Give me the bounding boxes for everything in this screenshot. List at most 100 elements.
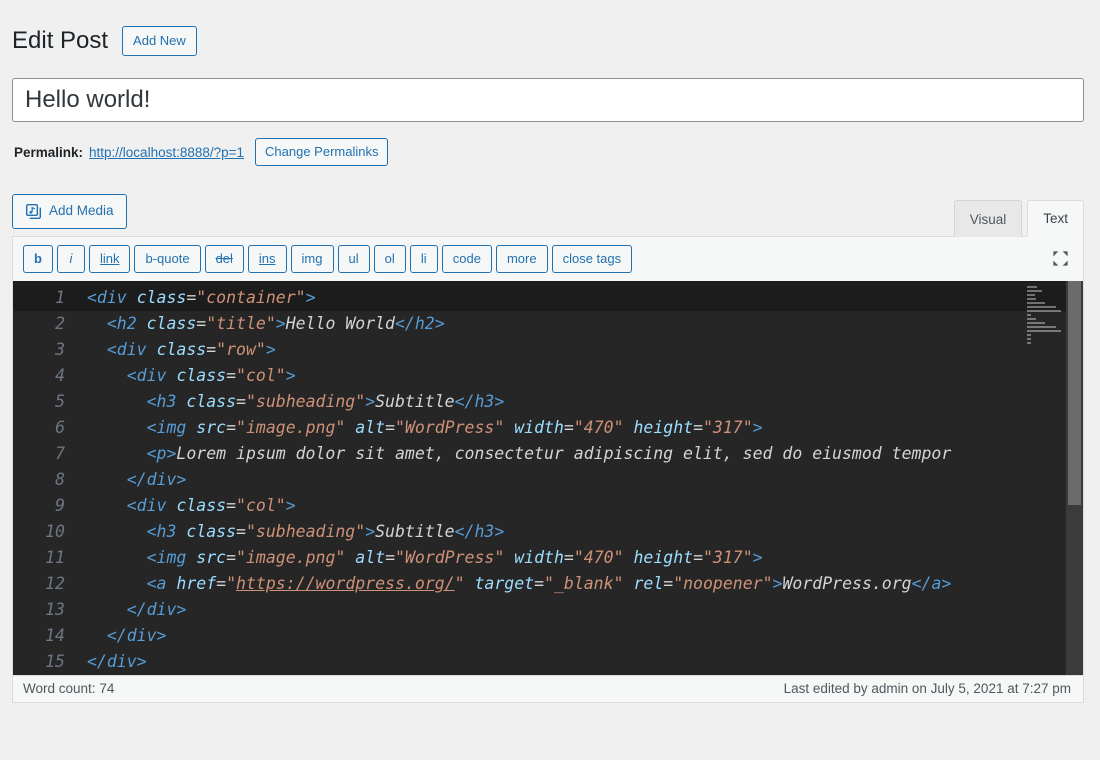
add-media-label: Add Media bbox=[49, 203, 114, 219]
code-content: <h3 class="subheading">Subtitle</h3> bbox=[146, 391, 505, 411]
code-line: 4 <div class="col"> bbox=[13, 363, 1083, 389]
word-count-value: 74 bbox=[99, 681, 115, 697]
minimap-line bbox=[1027, 301, 1045, 304]
code-line: 13 </div> bbox=[13, 597, 1083, 623]
scrollbar-thumb[interactable] bbox=[1068, 280, 1081, 506]
line-number: 6 bbox=[55, 417, 65, 437]
fullscreen-button[interactable] bbox=[1047, 246, 1073, 272]
minimap-line bbox=[1027, 305, 1056, 308]
line-number: 11 bbox=[45, 547, 65, 567]
minimap bbox=[1027, 285, 1063, 346]
minimap-line bbox=[1027, 341, 1031, 344]
editor-scrollbar[interactable] bbox=[1066, 280, 1083, 675]
minimap-line bbox=[1027, 285, 1037, 288]
media-icon bbox=[25, 203, 42, 220]
minimap-line bbox=[1027, 293, 1035, 296]
word-count: Word count: 74 bbox=[23, 681, 114, 696]
tab-visual[interactable]: Visual bbox=[953, 200, 1023, 237]
code-line: 7 <p>Lorem ipsum dolor sit amet, consect… bbox=[13, 441, 1083, 467]
minimap-line bbox=[1027, 313, 1031, 316]
change-permalinks-button[interactable]: Change Permalinks bbox=[255, 138, 389, 166]
code-content: <a href="https://wordpress.org/" target=… bbox=[146, 573, 952, 593]
code-content: <img src="image.png" alt="WordPress" wid… bbox=[146, 417, 763, 437]
quicktag-link-button[interactable]: link bbox=[88, 245, 131, 273]
quicktag-ins-button[interactable]: ins bbox=[247, 245, 287, 273]
code-line: 10 <h3 class="subheading">Subtitle</h3> bbox=[13, 519, 1083, 545]
code-content: </div> bbox=[126, 469, 187, 489]
minimap-line bbox=[1027, 309, 1061, 312]
permalink-row: Permalink: http://localhost:8888/?p=1 Ch… bbox=[14, 138, 1084, 166]
quicktag-ol-button[interactable]: ol bbox=[373, 245, 406, 273]
quicktag-close-tags-button[interactable]: close tags bbox=[551, 245, 633, 273]
code-line: 8 </div> bbox=[13, 467, 1083, 493]
line-number: 10 bbox=[45, 521, 65, 541]
quicktag-code-button[interactable]: code bbox=[441, 245, 492, 273]
quicktag-del-button[interactable]: del bbox=[204, 245, 244, 273]
minimap-line bbox=[1027, 329, 1061, 332]
minimap-line bbox=[1027, 297, 1036, 300]
editor-tabs: Visual Text bbox=[953, 200, 1084, 237]
tab-text[interactable]: Text bbox=[1027, 200, 1084, 237]
line-number: 3 bbox=[55, 339, 65, 359]
line-number: 13 bbox=[45, 599, 65, 619]
quicktag-ul-button[interactable]: ul bbox=[337, 245, 370, 273]
edit-post-page: Edit Post Add New Permalink: http://loca… bbox=[0, 0, 1100, 703]
code-content: <h3 class="subheading">Subtitle</h3> bbox=[146, 521, 505, 541]
quicktag-img-button[interactable]: img bbox=[290, 245, 334, 273]
line-number: 1 bbox=[55, 287, 65, 307]
code-content: <div class="col"> bbox=[126, 365, 296, 385]
line-number: 12 bbox=[45, 573, 65, 593]
line-number: 7 bbox=[55, 443, 65, 463]
editor-container: b i link b-quote del ins img ul ol li code more clos… bbox=[12, 236, 1084, 703]
code-line: 14 </div> bbox=[13, 623, 1083, 649]
page-header: Edit Post Add New bbox=[12, 26, 1084, 56]
code-content: </div> bbox=[126, 599, 187, 619]
fullscreen-icon bbox=[1051, 249, 1070, 268]
minimap-line bbox=[1027, 321, 1045, 324]
minimap-line bbox=[1027, 317, 1036, 320]
code-line: 9 <div class="col"> bbox=[13, 493, 1083, 519]
quicktag-more-button[interactable]: more bbox=[495, 245, 548, 273]
quicktag-b-button[interactable]: b bbox=[23, 245, 53, 273]
code-lines: 1 <div class="container"> 2 <h2 class="tit… bbox=[13, 284, 1083, 675]
add-media-button[interactable]: Add Media bbox=[12, 194, 127, 229]
post-title-input[interactable] bbox=[12, 78, 1084, 122]
minimap-line bbox=[1027, 325, 1056, 328]
line-number: 14 bbox=[45, 625, 65, 645]
code-content: <div class="container"> bbox=[87, 287, 316, 307]
code-content: </div> bbox=[106, 625, 167, 645]
line-number: 9 bbox=[55, 495, 65, 515]
code-content: <img src="image.png" alt="WordPress" wid… bbox=[146, 547, 763, 567]
code-line: 3 <div class="row"> bbox=[13, 337, 1083, 363]
minimap-line bbox=[1027, 289, 1042, 292]
add-new-button[interactable]: Add New bbox=[122, 26, 197, 56]
media-tabs-row: Add Media Visual Text bbox=[12, 192, 1084, 237]
line-number: 8 bbox=[55, 469, 65, 489]
code-line: 11 <img src="image.png" alt="WordPress" … bbox=[13, 545, 1083, 571]
status-bar: Word count: 74 Last edited by admin on J… bbox=[13, 674, 1083, 702]
minimap-line bbox=[1027, 337, 1031, 340]
page-title: Edit Post bbox=[12, 27, 109, 54]
line-number: 4 bbox=[55, 365, 65, 385]
permalink-label: Permalink: bbox=[14, 144, 84, 160]
code-line: 12 <a href="https://wordpress.org/" targ… bbox=[13, 571, 1083, 597]
code-content: <div class="row"> bbox=[106, 339, 276, 359]
line-number: 5 bbox=[55, 391, 65, 411]
code-line: 6 <img src="image.png" alt="WordPress" w… bbox=[13, 415, 1083, 441]
quicktag-b-quote-button[interactable]: b-quote bbox=[134, 245, 201, 273]
quicktag-li-button[interactable]: li bbox=[409, 245, 438, 273]
code-line: 1 <div class="container"> bbox=[13, 284, 1083, 311]
code-line: 5 <h3 class="subheading">Subtitle</h3> bbox=[13, 389, 1083, 415]
permalink-link[interactable]: http://localhost:8888/?p=1 bbox=[89, 145, 244, 160]
quicktag-i-button[interactable]: i bbox=[56, 245, 85, 273]
quicktags-toolbar: b i link b-quote del ins img ul ol li code more clos… bbox=[13, 237, 1083, 281]
last-edited: Last edited by admin on July 5, 2021 at … bbox=[783, 681, 1071, 697]
line-number: 15 bbox=[45, 651, 65, 671]
code-content: <h2 class="title">Hello World</h2> bbox=[106, 313, 445, 333]
code-editor[interactable]: 1 <div class="container"> 2 <h2 class="tit… bbox=[13, 280, 1083, 675]
code-line: 2 <h2 class="title">Hello World</h2> bbox=[13, 311, 1083, 337]
minimap-line bbox=[1027, 333, 1031, 336]
code-content: </div> bbox=[87, 651, 147, 671]
line-number: 2 bbox=[55, 313, 65, 333]
code-content: <div class="col"> bbox=[126, 495, 296, 515]
